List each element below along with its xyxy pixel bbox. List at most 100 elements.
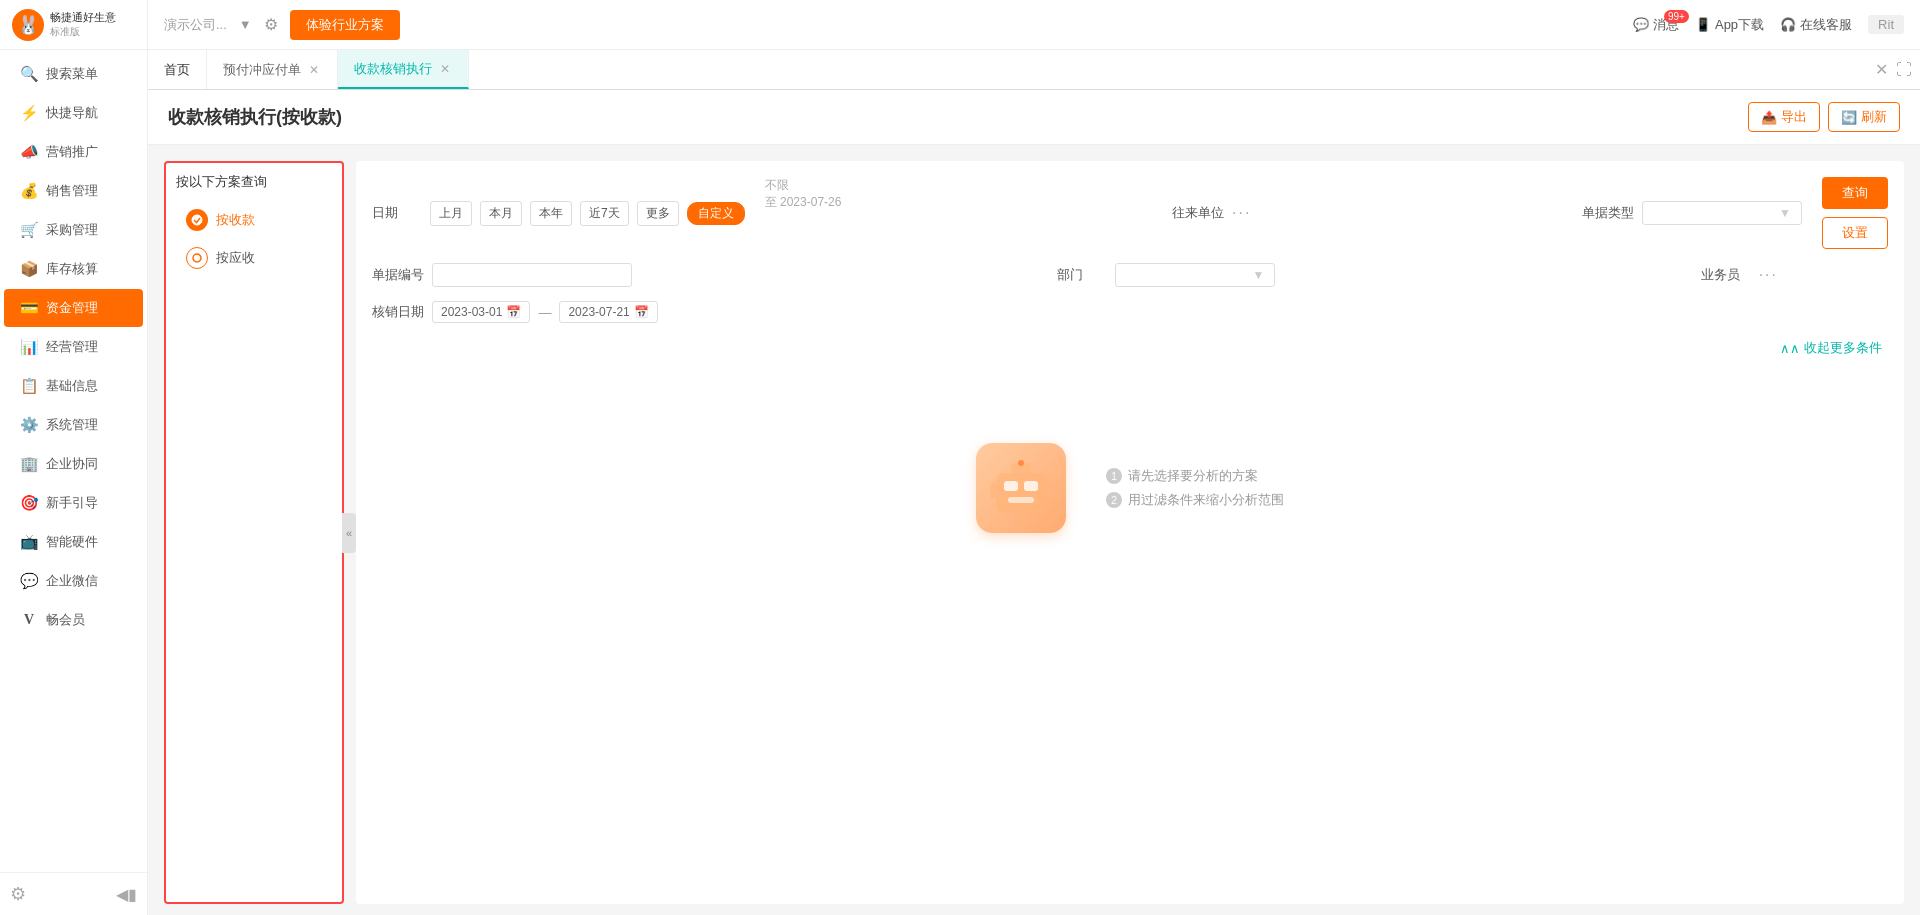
- user-badge[interactable]: Rit: [1868, 15, 1904, 34]
- industry-btn[interactable]: 体验行业方案: [290, 10, 400, 40]
- sidebar-item-inventory[interactable]: 📦 库存核算: [4, 250, 143, 288]
- bill-type-label: 单据类型: [1582, 204, 1634, 222]
- svg-point-11: [1018, 460, 1024, 466]
- this-year-btn[interactable]: 本年: [530, 201, 572, 226]
- search-icon: 🔍: [20, 65, 38, 83]
- dept-select[interactable]: ▼: [1115, 263, 1275, 287]
- sidebar-item-purchase[interactable]: 🛒 采购管理: [4, 211, 143, 249]
- sidebar-label-marketing: 营销推广: [46, 143, 98, 161]
- receivable-filter-icon: [186, 247, 208, 269]
- sidebar-item-marketing[interactable]: 📣 营销推广: [4, 133, 143, 171]
- sidebar-item-search[interactable]: 🔍 搜索菜单: [4, 55, 143, 93]
- system-icon: ⚙️: [20, 416, 38, 434]
- sidebar-label-purchase: 采购管理: [46, 221, 98, 239]
- date-to-label: 至 2023-07-26: [765, 194, 842, 211]
- prepay-tab-label: 预付冲应付单: [223, 61, 301, 79]
- logo-text-wrap: 畅捷通好生意 标准版: [50, 10, 116, 38]
- custom-tag[interactable]: 自定义: [687, 202, 745, 225]
- counterparty-dots[interactable]: ···: [1232, 204, 1251, 222]
- bill-type-select[interactable]: ▼: [1642, 201, 1802, 225]
- left-panel-title: 按以下方案查询: [176, 173, 332, 191]
- finance-icon: 💳: [20, 299, 38, 317]
- tab-home[interactable]: 首页: [148, 50, 207, 89]
- spacer1: [861, 177, 1152, 249]
- collapse-more-btn[interactable]: ∧∧ 收起更多条件: [372, 333, 1888, 363]
- tip-text-1: 请先选择要分析的方案: [1128, 467, 1258, 485]
- company-dropdown-icon[interactable]: ▼: [239, 17, 252, 32]
- sidebar-item-basic[interactable]: 📋 基础信息: [4, 367, 143, 405]
- sidebar-label-hardware: 智能硬件: [46, 533, 98, 551]
- date-filter-group: 日期 上月 本月 本年 近7天 更多 自定义: [372, 177, 745, 249]
- counterparty-label: 往来单位: [1172, 204, 1224, 222]
- staff-dots[interactable]: ···: [1759, 266, 1778, 284]
- settings-icon[interactable]: ⚙: [10, 883, 26, 905]
- more-date-btn[interactable]: 更多: [637, 201, 679, 226]
- verify-date-from[interactable]: 2023-03-01 📅: [432, 301, 530, 323]
- receipt-tab-label: 收款核销执行: [354, 60, 432, 78]
- sidebar-item-hardware[interactable]: 📺 智能硬件: [4, 523, 143, 561]
- query-btn[interactable]: 查询: [1822, 177, 1888, 209]
- date-label: 日期: [372, 204, 422, 222]
- app-download-label: App下载: [1715, 16, 1764, 34]
- tab-prepay[interactable]: 预付冲应付单 ✕: [207, 50, 338, 89]
- filter-by-receivable[interactable]: 按应收: [176, 239, 332, 277]
- message-btn[interactable]: 💬 消息 99+: [1633, 16, 1679, 34]
- company-name: 演示公司...: [164, 16, 227, 34]
- sidebar-item-sales[interactable]: 💰 销售管理: [4, 172, 143, 210]
- tabbar-actions: ✕ ⛶: [1875, 50, 1920, 89]
- empty-content: 1 请先选择要分析的方案 2 用过滤条件来缩小分析范围: [976, 443, 1284, 533]
- sidebar-label-wechat: 企业微信: [46, 572, 98, 590]
- filter-by-receipt[interactable]: 按收款: [176, 201, 332, 239]
- bill-no-input[interactable]: [432, 263, 632, 287]
- svg-rect-9: [1022, 513, 1028, 523]
- counterparty-filter: 往来单位 ···: [1172, 177, 1251, 249]
- svg-point-1: [193, 254, 201, 262]
- prepay-tab-close[interactable]: ✕: [307, 63, 321, 77]
- refresh-btn[interactable]: 🔄 刷新: [1828, 102, 1900, 132]
- sidebar-item-guide[interactable]: 🎯 新手引导: [4, 484, 143, 522]
- collab-icon: 🏢: [20, 455, 38, 473]
- settings-gear-icon[interactable]: ⚙: [264, 15, 278, 34]
- sidebar-item-system[interactable]: ⚙️ 系统管理: [4, 406, 143, 444]
- close-tab-btn[interactable]: ✕: [1875, 60, 1888, 79]
- tip-num-2: 2: [1106, 492, 1122, 508]
- empty-tip-1: 1 请先选择要分析的方案: [1106, 467, 1284, 485]
- sidebar-item-collab[interactable]: 🏢 企业协同: [4, 445, 143, 483]
- filter-row-2: 单据编号 部门 ▼ 业务员 ···: [372, 263, 1888, 287]
- logo-name: 畅捷通好生意: [50, 10, 116, 24]
- sidebar-item-nav[interactable]: ⚡ 快捷导航: [4, 94, 143, 132]
- sidebar-item-wechat[interactable]: 💬 企业微信: [4, 562, 143, 600]
- 7days-btn[interactable]: 近7天: [580, 201, 629, 226]
- bill-type-filter: 单据类型 ▼: [1582, 177, 1802, 249]
- export-btn[interactable]: 📤 导出: [1748, 102, 1820, 132]
- sidebar-item-member[interactable]: V 畅会员: [4, 601, 143, 639]
- receipt-tab-close[interactable]: ✕: [438, 62, 452, 76]
- this-month-btn[interactable]: 本月: [480, 201, 522, 226]
- panel-collapse-btn[interactable]: «: [342, 513, 356, 553]
- service-icon: 🎧: [1780, 17, 1796, 32]
- last-month-btn[interactable]: 上月: [430, 201, 472, 226]
- app-download-btn[interactable]: 📱 App下载: [1695, 16, 1764, 34]
- sidebar-item-finance[interactable]: 💳 资金管理: [4, 289, 143, 327]
- page-header: 收款核销执行(按收款) 📤 导出 🔄 刷新: [148, 90, 1920, 145]
- online-service-btn[interactable]: 🎧 在线客服: [1780, 16, 1852, 34]
- logo-icon: 🐰: [12, 9, 44, 41]
- setting-btn[interactable]: 设置: [1822, 217, 1888, 249]
- collapse-label: 收起更多条件: [1804, 339, 1882, 357]
- sidebar-label-guide: 新手引导: [46, 494, 98, 512]
- spacer2: [1271, 177, 1562, 249]
- svg-rect-7: [1046, 483, 1052, 499]
- action-col-top: 查询 设置: [1822, 177, 1888, 249]
- sidebar-item-operation[interactable]: 📊 经营管理: [4, 328, 143, 366]
- expand-tabs-btn[interactable]: ⛶: [1896, 61, 1912, 79]
- tab-receipt[interactable]: 收款核销执行 ✕: [338, 50, 469, 89]
- collapse-sidebar-btn[interactable]: ◀︎▮: [116, 885, 137, 904]
- sidebar-label-member: 畅会员: [46, 611, 85, 629]
- svg-point-0: [192, 215, 202, 225]
- sales-icon: 💰: [20, 182, 38, 200]
- operation-icon: 📊: [20, 338, 38, 356]
- verify-date-to[interactable]: 2023-07-21 📅: [559, 301, 657, 323]
- empty-tips: 1 请先选择要分析的方案 2 用过滤条件来缩小分析范围: [1106, 467, 1284, 509]
- purchase-icon: 🛒: [20, 221, 38, 239]
- svg-rect-5: [1008, 497, 1034, 503]
